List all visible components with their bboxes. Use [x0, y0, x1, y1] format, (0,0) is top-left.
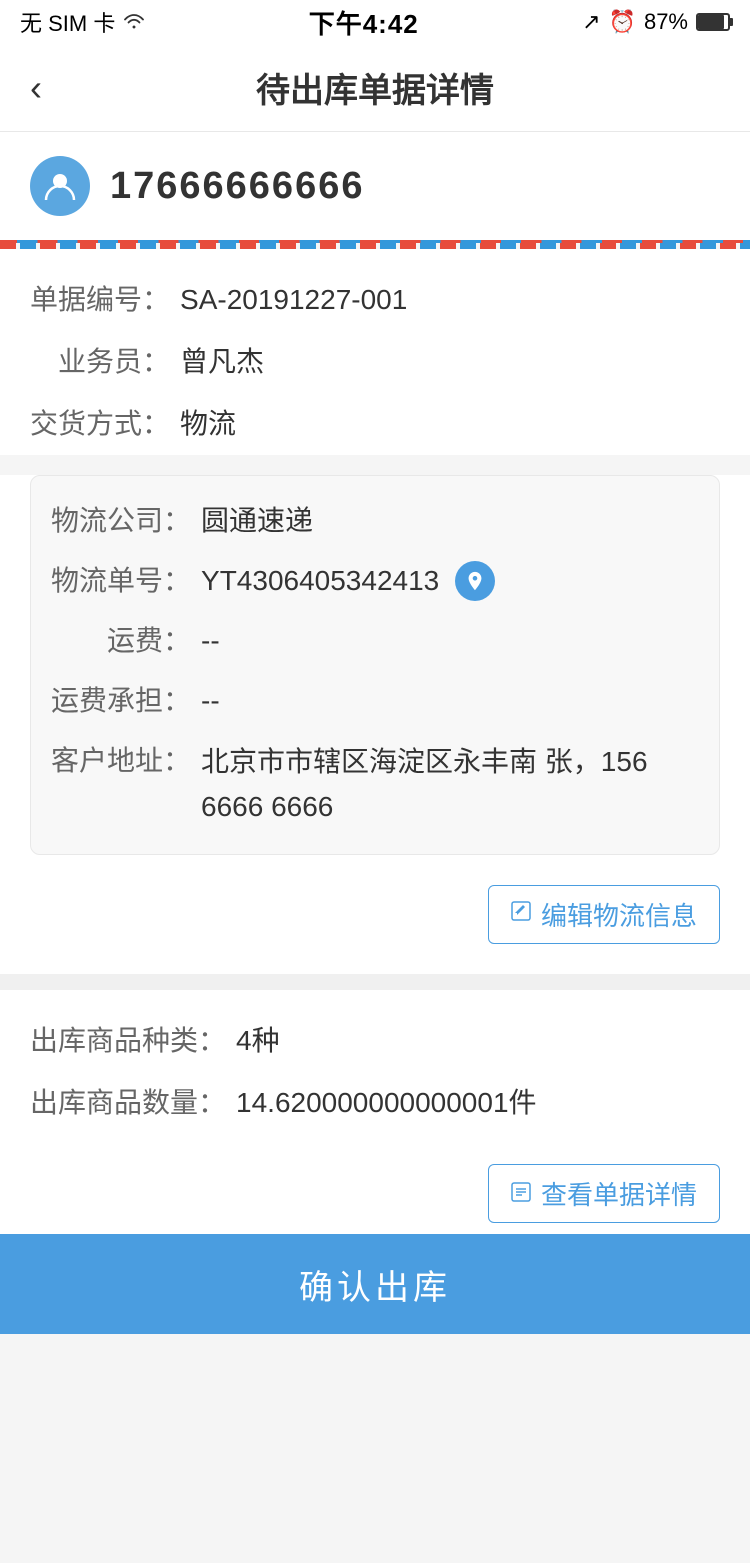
product-quantity-label: 出库商品数量： — [30, 1082, 226, 1124]
freight-bearer-row: 运费承担： -- — [51, 680, 699, 722]
location-status-icon: ↗ — [582, 9, 600, 35]
product-types-value: 4种 — [226, 1020, 720, 1062]
view-details-icon — [511, 1178, 531, 1209]
basic-info-section: 单据编号： SA-20191227-001 业务员： 曾凡杰 交货方式： 物流 — [0, 249, 750, 455]
delivery-method-label: 交货方式： — [30, 403, 170, 445]
product-types-label: 出库商品种类： — [30, 1020, 226, 1062]
battery-text: 87% — [644, 9, 688, 35]
view-details-section: 查看单据详情 — [0, 1154, 750, 1243]
freight-label: 运费： — [51, 620, 191, 662]
back-button[interactable]: ‹ — [30, 67, 90, 109]
address-row: 客户地址： 北京市市辖区海淀区永丰南 张，156 6666 6666 — [51, 740, 699, 830]
view-details-label: 查看单据详情 — [541, 1175, 697, 1212]
view-details-button[interactable]: 查看单据详情 — [488, 1164, 720, 1223]
page-title: 待出库单据详情 — [256, 63, 494, 112]
document-number-label: 单据编号： — [30, 279, 170, 321]
status-bar: 无 SIM 卡 下午4:42 ↗ ⏰ 87% — [0, 0, 750, 44]
edit-logistics-label: 编辑物流信息 — [541, 896, 697, 933]
logistics-company-value: 圆通速递 — [191, 500, 699, 542]
address-value: 北京市市辖区海淀区永丰南 张，156 6666 6666 — [191, 740, 699, 830]
tracking-value-row: YT4306405342413 — [191, 560, 495, 602]
avatar — [30, 156, 90, 216]
user-header: 17666666666 — [0, 132, 750, 243]
alarm-icon: ⏰ — [609, 9, 636, 35]
product-quantity-value: 14.620000000000001件 — [226, 1082, 720, 1124]
wifi-icon — [123, 9, 145, 35]
confirm-label: 确认出库 — [299, 1260, 451, 1309]
logistics-company-label: 物流公司： — [51, 500, 191, 542]
logistics-company-row: 物流公司： 圆通速递 — [51, 500, 699, 542]
logistics-card: 物流公司： 圆通速递 物流单号： YT4306405342413 运费： -- … — [30, 475, 720, 855]
status-left: 无 SIM 卡 — [20, 6, 145, 38]
delivery-method-row: 交货方式： 物流 — [30, 403, 720, 445]
battery-icon — [696, 13, 730, 31]
section-divider — [0, 974, 750, 990]
nav-bar: ‹ 待出库单据详情 — [0, 44, 750, 132]
freight-bearer-value: -- — [191, 680, 699, 722]
address-label: 客户地址： — [51, 740, 191, 782]
user-phone: 17666666666 — [110, 165, 364, 208]
edit-icon — [511, 900, 531, 928]
salesperson-row: 业务员： 曾凡杰 — [30, 341, 720, 383]
tracking-number-label: 物流单号： — [51, 560, 191, 602]
carrier-text: 无 SIM 卡 — [20, 6, 115, 38]
freight-bearer-label: 运费承担： — [51, 680, 191, 722]
product-quantity-row: 出库商品数量： 14.620000000000001件 — [30, 1082, 720, 1124]
tracking-location-icon[interactable] — [455, 561, 495, 601]
tracking-number-value: YT4306405342413 — [191, 560, 439, 602]
main-content: 17666666666 单据编号： SA-20191227-001 业务员： 曾… — [0, 132, 750, 1563]
document-number-value: SA-20191227-001 — [170, 279, 720, 321]
edit-logistics-section: 编辑物流信息 — [0, 875, 750, 964]
edit-logistics-button[interactable]: 编辑物流信息 — [488, 885, 720, 944]
product-types-row: 出库商品种类： 4种 — [30, 1020, 720, 1062]
confirm-button[interactable]: 确认出库 — [0, 1234, 750, 1334]
tracking-number-row: 物流单号： YT4306405342413 — [51, 560, 699, 602]
document-number-row: 单据编号： SA-20191227-001 — [30, 279, 720, 321]
delivery-method-value: 物流 — [170, 403, 720, 445]
freight-value: -- — [191, 620, 699, 662]
status-time: 下午4:42 — [309, 4, 419, 41]
salesperson-label: 业务员： — [30, 341, 170, 383]
freight-row: 运费： -- — [51, 620, 699, 662]
product-section: 出库商品种类： 4种 出库商品数量： 14.620000000000001件 — [0, 990, 750, 1154]
salesperson-value: 曾凡杰 — [170, 341, 720, 383]
status-right: ↗ ⏰ 87% — [582, 9, 730, 35]
